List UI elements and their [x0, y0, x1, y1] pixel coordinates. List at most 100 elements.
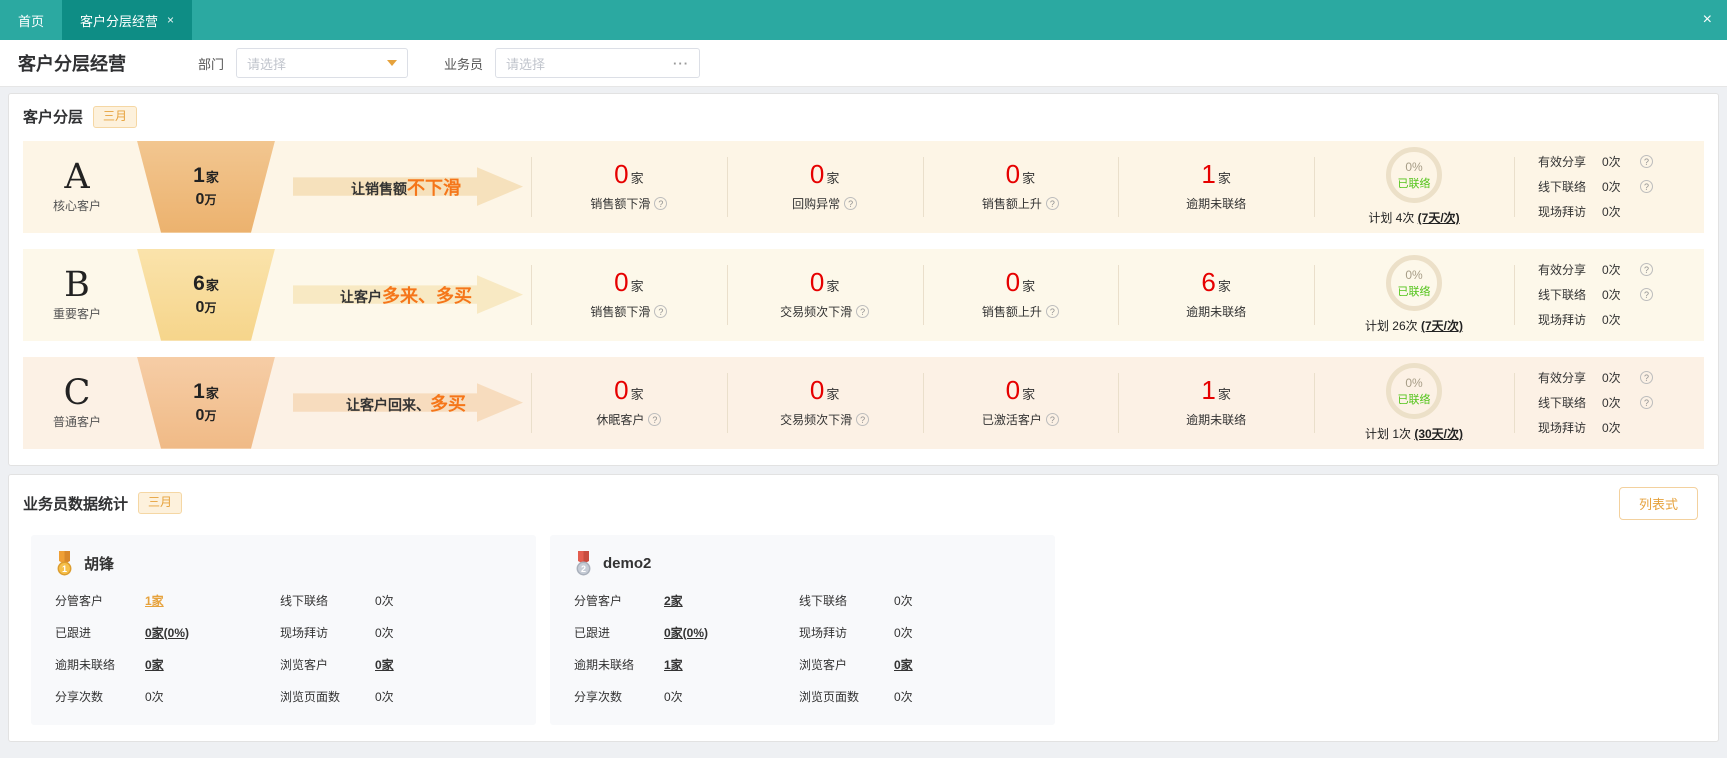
contact-progress: 0% 已联络 计划 4次 (7天/次) — [1314, 141, 1514, 233]
medal-icon: 1 — [57, 550, 72, 576]
plan-frequency-link[interactable]: (7天/次) — [1421, 319, 1463, 333]
slogan-highlight: 多买 — [430, 393, 466, 414]
help-icon[interactable] — [1640, 371, 1653, 385]
help-icon[interactable] — [654, 197, 668, 211]
plan-frequency-link[interactable]: (7天/次) — [1418, 211, 1460, 225]
funnel-figures: 1家 0万 — [193, 380, 219, 425]
stat-value-line: 0家 — [1006, 377, 1035, 403]
salesman-card: 1 胡锋 分管客户 1家 线下联络 0次 已跟进 0家(0%) 现场拜访 0次 … — [31, 534, 536, 725]
help-icon[interactable] — [654, 305, 668, 319]
activity-row: 有效分享 0次 — [1538, 369, 1704, 386]
ellipsis-picker-icon[interactable]: ··· — [673, 56, 689, 71]
salesman-card-header: 2 demo2 — [574, 550, 1031, 576]
tier-slogan: 让客户回来、多买 — [281, 357, 531, 449]
tier-identity: B 重要客户 — [23, 249, 131, 341]
toolbar: 客户分层经营 部门 请选择 业务员 请选择 ··· — [0, 40, 1727, 87]
activity-label: 有效分享 — [1538, 371, 1587, 386]
activity-value: 0次 — [1602, 396, 1621, 411]
stat-unit: 家 — [826, 171, 840, 187]
tier-letter: C — [63, 373, 91, 414]
help-icon[interactable] — [856, 305, 870, 319]
contact-progress: 0% 已联络 计划 26次 (7天/次) — [1314, 249, 1514, 341]
help-icon[interactable] — [1045, 305, 1059, 319]
metric-value[interactable]: 1家 — [145, 592, 280, 609]
stat-label: 交易频次下滑 — [780, 305, 853, 320]
metric-grid: 分管客户 1家 线下联络 0次 已跟进 0家(0%) 现场拜访 0次 逾期未联络… — [55, 592, 512, 705]
tier-sales-amount-unit: 万 — [204, 301, 217, 316]
tab-label: 客户分层经营 — [80, 13, 159, 29]
metric-value[interactable]: 0家(0%) — [664, 624, 799, 641]
tier-list: A 核心客户 1家 0万 让销售额不下滑 0家 销售额下滑 ? 0 家 回购异常… — [23, 140, 1704, 449]
metric-value[interactable]: 0家(0%) — [145, 624, 280, 641]
salesman-picker-input[interactable]: 请选择 ··· — [495, 48, 701, 78]
help-icon[interactable] — [1045, 197, 1059, 211]
slogan-prefix: 让客户回来、 — [346, 396, 430, 413]
stat-unit: 家 — [630, 387, 644, 403]
tier-name: 重要客户 — [52, 306, 101, 321]
stat-unit: 家 — [630, 171, 644, 187]
stat-value: 0 — [809, 267, 825, 298]
salesman-name: demo2 — [603, 554, 652, 572]
metric-value[interactable]: 0家 — [894, 656, 1031, 673]
help-icon[interactable] — [1640, 396, 1653, 410]
dept-select[interactable]: 请选择 — [236, 48, 409, 78]
salesman-panel: 业务员数据统计 三月 列表式 1 胡锋 分管客户 1家 线下联络 0次 已跟进 … — [8, 473, 1719, 742]
dept-filter: 部门 请选择 — [198, 48, 409, 78]
help-icon[interactable] — [1640, 155, 1653, 169]
slogan-highlight: 多来、多买 — [382, 285, 472, 306]
stat-unit: 家 — [826, 387, 840, 403]
list-view-button[interactable]: 列表式 — [1618, 486, 1698, 520]
progress-ring: 0% 已联络 — [1386, 147, 1442, 204]
metric-value[interactable]: 1家 — [664, 656, 799, 673]
plan-text: 计划 1次 — [1364, 427, 1415, 442]
tier-sales-amount-line: 0万 — [193, 299, 219, 317]
stat-unit: 家 — [826, 279, 840, 295]
help-icon[interactable] — [856, 413, 870, 427]
tab-home[interactable]: 首页 — [0, 0, 62, 40]
tier-customer-count-unit: 家 — [205, 170, 219, 186]
progress-status: 已联络 — [1397, 177, 1431, 190]
tier-sales-amount-unit: 万 — [204, 409, 217, 424]
stat-value: 0 — [614, 375, 629, 406]
help-icon[interactable] — [648, 413, 662, 427]
plan-frequency-link[interactable]: (30天/次) — [1414, 427, 1463, 441]
help-icon[interactable] — [1640, 288, 1653, 302]
stat-value: 0 — [1005, 267, 1021, 298]
metric-value: 0次 — [894, 689, 913, 704]
metric-value[interactable]: 2家 — [664, 592, 799, 609]
stat-label: 已激活客户 — [981, 413, 1042, 428]
metric-value[interactable]: 0家 — [375, 656, 512, 673]
stat-label-line: 销售额下滑 — [590, 303, 668, 320]
metric-label: 已跟进 — [574, 625, 611, 640]
tier-sales-amount-line: 0万 — [193, 191, 219, 209]
metric-grid: 分管客户 2家 线下联络 0次 已跟进 0家(0%) 现场拜访 0次 逾期未联络… — [574, 592, 1031, 705]
stat-column-2: 0家 交易频次下滑 — [726, 357, 923, 449]
dept-filter-label: 部门 — [198, 56, 225, 72]
metric-label: 逾期未联络 — [55, 657, 116, 672]
metric-value[interactable]: 0家 — [145, 656, 280, 673]
overdue-unit: 家 — [1217, 171, 1231, 187]
salesman-card-header: 1 胡锋 — [55, 550, 512, 576]
progress-percent: 0% — [1405, 267, 1423, 282]
stat-value-line: 0家 — [1006, 161, 1035, 187]
tier-customer-count-unit: 家 — [205, 386, 219, 402]
help-icon[interactable] — [1640, 180, 1653, 194]
activity-label: 现场拜访 — [1538, 313, 1587, 328]
activity-label: 线下联络 — [1538, 180, 1587, 195]
rank-number: 1 — [62, 564, 67, 574]
tab-customer-segmentation[interactable]: 客户分层经营 × — [62, 0, 193, 40]
metric-label: 分享次数 — [574, 689, 623, 704]
overdue-label: 逾期未联络 — [1186, 197, 1247, 212]
medal-icon: 2 — [576, 550, 591, 576]
help-icon[interactable] — [1045, 413, 1059, 427]
close-tab-icon[interactable]: × — [167, 13, 174, 27]
stat-label-line: 销售额上升 — [982, 195, 1059, 212]
tier-slogan: 让客户多来、多买 — [281, 249, 531, 341]
segmentation-panel-header: 客户分层 三月 — [23, 106, 1704, 128]
help-icon[interactable] — [844, 197, 858, 211]
month-badge: 三月 — [93, 106, 138, 128]
stat-value: 0 — [1005, 159, 1021, 190]
help-icon[interactable] — [1640, 263, 1653, 277]
tier-customer-count-line: 1家 — [193, 380, 219, 404]
close-icon[interactable]: × — [1688, 0, 1727, 40]
